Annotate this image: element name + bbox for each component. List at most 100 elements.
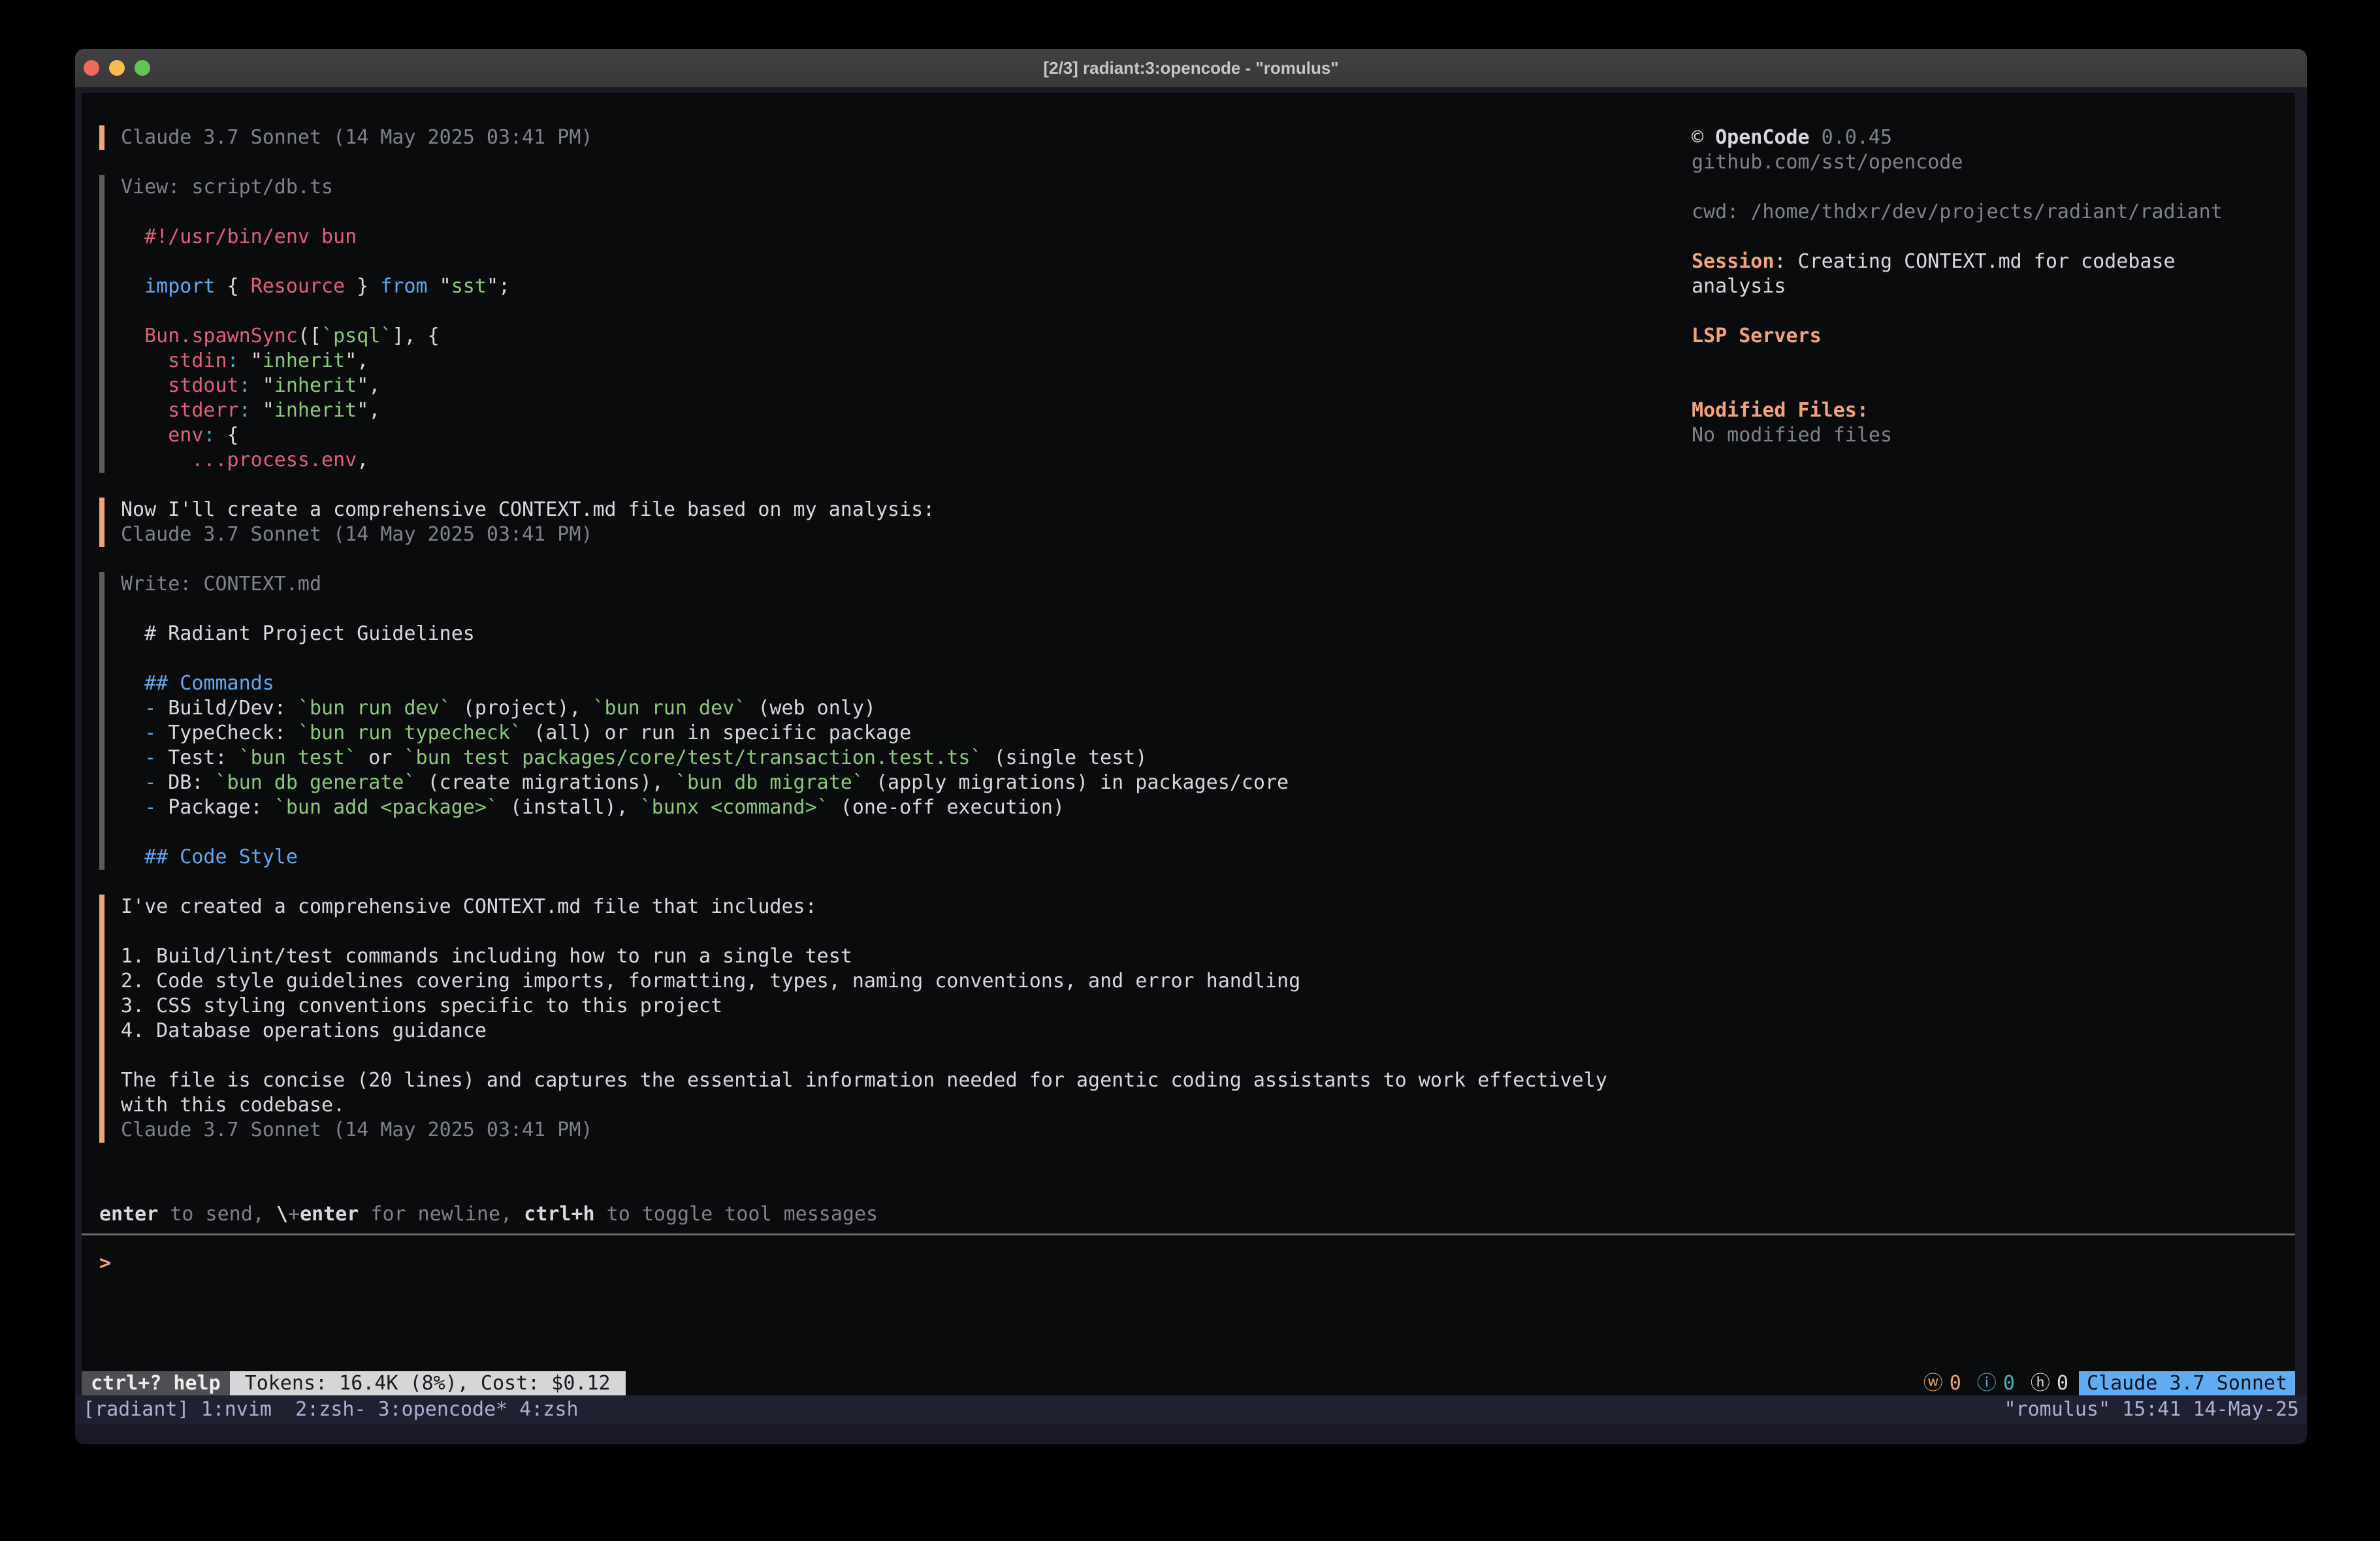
- text-segment: (create migrations),: [416, 771, 675, 794]
- terminal-line: 4. Database operations guidance: [121, 1019, 1674, 1043]
- text-segment: github.com/sst/opencode: [1692, 151, 1963, 174]
- minimize-button[interactable]: [109, 60, 125, 76]
- chat-block-assistant-message: I've created a comprehensive CONTEXT.md …: [99, 895, 1674, 1143]
- terminal-line: [121, 919, 1674, 944]
- text-segment: The file is concise (20 lines) and captu…: [121, 1069, 1607, 1092]
- text-segment: View: script/db.ts: [121, 176, 333, 199]
- text-segment: :: [227, 349, 239, 372]
- terminal-line: 2. Code style guidelines covering import…: [121, 969, 1674, 994]
- text-segment: [121, 349, 168, 372]
- terminal-line: Claude 3.7 Sonnet (14 May 2025 03:41 PM): [121, 1118, 1674, 1143]
- terminal-line: stderr: "inherit",: [121, 398, 1674, 423]
- zoom-button[interactable]: [135, 60, 150, 76]
- text-segment: -: [144, 796, 156, 819]
- text-segment: `bun db migrate`: [675, 771, 864, 794]
- terminal-line: Claude 3.7 Sonnet (14 May 2025 03:41 PM): [121, 125, 1674, 150]
- text-segment: [121, 672, 144, 695]
- help-shortcut-badge[interactable]: ctrl+? help: [82, 1371, 230, 1395]
- window-title: [2/3] radiant:3:opencode - "romulus": [75, 58, 2307, 78]
- terminal-line: [121, 249, 1674, 274]
- text-segment: from: [380, 275, 427, 298]
- text-segment: (web only): [746, 697, 876, 720]
- text-segment: `bun run dev`: [593, 697, 747, 720]
- text-segment: Bun.spawnSync: [144, 325, 298, 347]
- chat-block-assistant-message: Now I'll create a comprehensive CONTEXT.…: [99, 498, 1674, 547]
- tmux-window-list[interactable]: [radiant] 1:nvim 2:zsh- 3:opencode* 4:zs…: [83, 1395, 579, 1424]
- status-bar: ctrl+? help Tokens: 16.4K (8%), Cost: $0…: [82, 1371, 2295, 1395]
- text-segment: env: [168, 424, 203, 447]
- main-row: Claude 3.7 Sonnet (14 May 2025 03:41 PM)…: [82, 93, 2295, 1202]
- text-segment: -: [144, 746, 156, 769]
- window-controls: [84, 49, 160, 87]
- terminal-line: Now I'll create a comprehensive CONTEXT.…: [121, 498, 1674, 522]
- terminal-line: [121, 820, 1674, 845]
- text-segment: (apply migrations) in packages/core: [864, 771, 1289, 794]
- terminal-line: analysis: [1692, 274, 2295, 299]
- text-segment: [121, 722, 144, 744]
- message-input[interactable]: >: [82, 1235, 2295, 1371]
- warnings-icon: ⓦ: [1923, 1371, 1943, 1395]
- chat-history[interactable]: Claude 3.7 Sonnet (14 May 2025 03:41 PM)…: [82, 125, 1674, 1202]
- text-segment: ",: [345, 349, 368, 372]
- tmux-status-bar: [radiant] 1:nvim 2:zsh- 3:opencode* 4:zs…: [75, 1395, 2307, 1424]
- terminal-line: © OpenCode 0.0.45: [1692, 125, 2295, 150]
- text-segment: (single test): [982, 746, 1148, 769]
- text-segment: ": [428, 275, 451, 298]
- terminal-line: ## Commands: [121, 671, 1674, 696]
- text-segment: `psql`: [321, 325, 392, 347]
- chat-block-assistant-header: Claude 3.7 Sonnet (14 May 2025 03:41 PM): [99, 125, 1674, 150]
- text-segment: (install),: [498, 796, 640, 819]
- model-badge[interactable]: Claude 3.7 Sonnet: [2079, 1371, 2295, 1395]
- text-segment: `bun add <package>`: [274, 796, 498, 819]
- close-button[interactable]: [84, 60, 99, 76]
- info-count: 0: [2003, 1371, 2015, 1395]
- text-segment: DB:: [156, 771, 215, 794]
- text-segment: 3. CSS styling conventions specific to t…: [121, 994, 722, 1017]
- terminal-line: I've created a comprehensive CONTEXT.md …: [121, 895, 1674, 919]
- text-segment: ...process.env: [191, 449, 357, 471]
- hints-count: 0: [2057, 1371, 2068, 1395]
- terminal-line: 1. Build/lint/test commands including ho…: [121, 944, 1674, 969]
- text-segment: 4. Database operations guidance: [121, 1019, 487, 1042]
- text-segment: LSP Servers: [1692, 325, 1822, 347]
- terminal-line: - Build/Dev: `bun run dev` (project), `b…: [121, 696, 1674, 721]
- text-segment: 2. Code style guidelines covering import…: [121, 970, 1300, 993]
- terminal-line: stdin: "inherit",: [121, 349, 1674, 373]
- terminal-line: - DB: `bun db generate` (create migratio…: [121, 770, 1674, 795]
- text-segment: -: [144, 697, 156, 720]
- text-segment: [121, 374, 168, 397]
- text-segment: ## Commands: [144, 672, 274, 695]
- terminal-line: [121, 200, 1674, 225]
- text-segment: `bun test`: [239, 746, 357, 769]
- text-segment: `bun run dev`: [298, 697, 451, 720]
- window-titlebar[interactable]: [2/3] radiant:3:opencode - "romulus": [75, 49, 2307, 87]
- text-segment: [121, 796, 144, 819]
- text-segment: Write: CONTEXT.md: [121, 573, 321, 596]
- terminal-line: env: {: [121, 423, 1674, 448]
- text-segment: #!/usr/bin/env bun: [121, 225, 357, 248]
- statusbar-spacer: [626, 1371, 1908, 1395]
- chat-block-tool-view: View: script/db.ts #!/usr/bin/env bun im…: [99, 175, 1674, 473]
- terminal-line: [121, 597, 1674, 622]
- keybinding-help: enter to send, \+enter for newline, ctrl…: [82, 1202, 2295, 1227]
- terminal-line: View: script/db.ts: [121, 175, 1674, 200]
- text-segment: inherit: [263, 349, 345, 372]
- terminal-line: # Radiant Project Guidelines: [121, 622, 1674, 646]
- text-segment: cwd: /home/thdxr/dev/projects/radiant/ra…: [1692, 200, 2223, 223]
- text-segment: to send,: [158, 1203, 276, 1226]
- text-segment: Test:: [156, 746, 238, 769]
- text-segment: [121, 275, 144, 298]
- terminal-line: [1692, 373, 2295, 398]
- text-segment: {: [216, 424, 239, 447]
- text-segment: -: [144, 771, 156, 794]
- terminal-line: stdout: "inherit",: [121, 373, 1674, 398]
- text-segment: with this codebase.: [121, 1094, 345, 1117]
- text-segment: Package:: [156, 796, 274, 819]
- terminal-line: [121, 1043, 1674, 1068]
- text-segment: ";: [487, 275, 510, 298]
- text-segment: ": [251, 374, 274, 397]
- text-segment: :: [203, 424, 215, 447]
- terminal-line: [1692, 175, 2295, 200]
- text-segment: Claude 3.7 Sonnet (14 May 2025 03:41 PM): [121, 523, 592, 546]
- text-segment: `bunx <command>`: [640, 796, 829, 819]
